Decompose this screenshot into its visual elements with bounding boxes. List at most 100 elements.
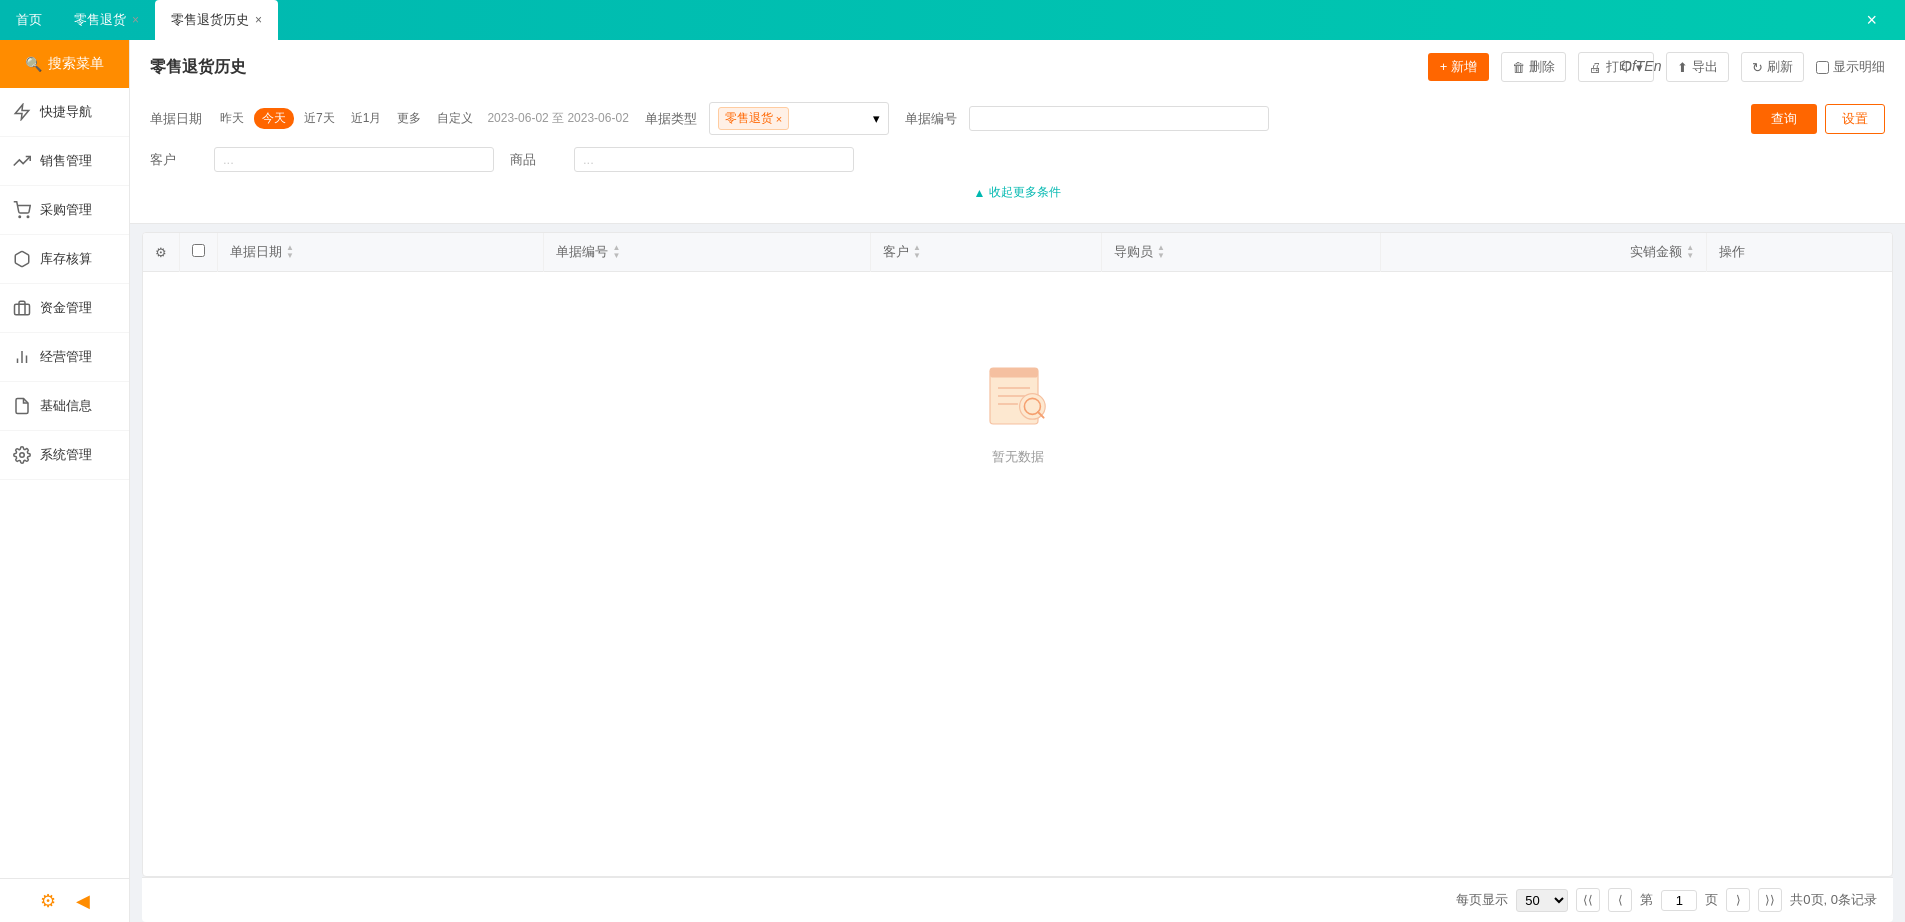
sidebar-item-purchase-mgmt[interactable]: 采购管理 (0, 186, 129, 235)
sidebar-item-system-mgmt-label: 系统管理 (40, 446, 92, 464)
svg-rect-3 (15, 304, 30, 315)
last-page-btn[interactable]: ⟩⟩ (1758, 888, 1782, 912)
date-btn-today[interactable]: 今天 (254, 108, 294, 129)
first-page-btn[interactable]: ⟨⟨ (1576, 888, 1600, 912)
search-menu-label: 搜索菜单 (48, 55, 104, 73)
table-header-row: ⚙ 单据日期 ▲▼ 单据编号 (143, 233, 1892, 272)
table-settings-icon[interactable]: ⚙ (155, 245, 167, 260)
product-select[interactable]: ... (574, 147, 854, 172)
sidebar-item-finance-label: 资金管理 (40, 299, 92, 317)
svg-point-1 (19, 216, 21, 218)
col-guide[interactable]: 导购员 ▲▼ (1101, 233, 1380, 272)
collapse-filter-btn[interactable]: ▲ 收起更多条件 (974, 184, 1062, 201)
sidebar-item-purchase-mgmt-label: 采购管理 (40, 201, 92, 219)
col-customer-label: 客户 (883, 243, 909, 261)
sidebar: 🔍 搜索菜单 快捷导航 销售管理 采购管理 (0, 40, 130, 922)
export-button[interactable]: ⬆ 导出 (1666, 52, 1729, 82)
sidebar-item-quick-nav[interactable]: 快捷导航 (0, 88, 129, 137)
svg-point-7 (20, 453, 25, 458)
select-all-checkbox[interactable] (192, 244, 205, 257)
date-btn-7days[interactable]: 近7天 (298, 108, 341, 129)
show-detail-checkbox[interactable] (1816, 61, 1829, 74)
amount-sort-arrows: ▲▼ (1686, 244, 1694, 260)
empty-state-icon (978, 352, 1058, 432)
date-range-text: 2023-06-02 至 2023-06-02 (487, 110, 628, 127)
voucher-type-label: 单据类型 (645, 110, 701, 128)
voucher-type-tag-close[interactable]: × (776, 113, 782, 125)
sidebar-item-inventory[interactable]: 库存核算 (0, 235, 129, 284)
customer-filter-group: 客户 ... (150, 147, 494, 172)
date-sort-arrows: ▲▼ (286, 244, 294, 260)
search-menu[interactable]: 🔍 搜索菜单 (0, 40, 129, 88)
sidebar-item-finance[interactable]: 资金管理 (0, 284, 129, 333)
voucher-type-select[interactable]: 零售退货 × ▾ (709, 102, 889, 135)
page-label: 第 (1640, 891, 1653, 909)
col-voucher-no[interactable]: 单据编号 ▲▼ (544, 233, 870, 272)
tab-retail-return-history[interactable]: 零售退货历史 × (155, 0, 278, 40)
col-checkbox[interactable] (180, 233, 218, 272)
voucher-no-filter-group: 单据编号 (905, 106, 1269, 131)
customer-label: 客户 (150, 151, 206, 169)
sidebar-settings-icon[interactable]: ⚙ (40, 890, 56, 912)
tab-retail-return-history-close[interactable]: × (255, 13, 262, 27)
setting-button[interactable]: 设置 (1825, 104, 1885, 134)
sidebar-bottom: ⚙ ◀ (0, 878, 129, 922)
sidebar-item-basic-info[interactable]: 基础信息 (0, 382, 129, 431)
new-button[interactable]: + 新增 (1428, 53, 1489, 81)
sidebar-collapse-icon[interactable]: ◀ (76, 890, 90, 912)
page-number-input[interactable] (1661, 890, 1697, 911)
sidebar-item-sales-mgmt-label: 销售管理 (40, 152, 92, 170)
show-detail-text: 显示明细 (1833, 58, 1885, 76)
date-btn-yesterday[interactable]: 昨天 (214, 108, 250, 129)
system-mgmt-icon (12, 445, 32, 465)
table-body: 暂无数据 (143, 272, 1892, 547)
window-close-btn[interactable]: × (1858, 10, 1885, 31)
date-btn-custom[interactable]: 自定义 (431, 108, 479, 129)
data-table: ⚙ 单据日期 ▲▼ 单据编号 (143, 233, 1892, 546)
sidebar-item-system-mgmt[interactable]: 系统管理 (0, 431, 129, 480)
date-btn-more[interactable]: 更多 (391, 108, 427, 129)
setting-button-label: 设置 (1842, 111, 1868, 126)
voucher-type-tag-text: 零售退货 (725, 110, 773, 127)
voucher-type-chevron-down-icon: ▾ (873, 111, 880, 126)
total-records-label: 共0页, 0条记录 (1790, 891, 1877, 909)
basic-info-icon (12, 396, 32, 416)
page-size-select[interactable]: 10 20 50 100 (1516, 889, 1568, 912)
guide-sort-arrows: ▲▼ (1157, 244, 1165, 260)
filter-row-1: 单据日期 昨天 今天 近7天 近1月 更多 自定义 2023-06-02 至 2… (150, 94, 1885, 139)
col-date[interactable]: 单据日期 ▲▼ (218, 233, 544, 272)
sidebar-item-operations[interactable]: 经营管理 (0, 333, 129, 382)
sidebar-item-quick-nav-label: 快捷导航 (40, 103, 92, 121)
tab-retail-return[interactable]: 零售退货 × (58, 0, 155, 40)
finance-icon (12, 298, 32, 318)
tab-retail-return-history-label: 零售退货历史 (171, 11, 249, 29)
voucher-no-input[interactable] (969, 106, 1269, 131)
col-settings[interactable]: ⚙ (143, 233, 180, 272)
empty-state: 暂无数据 (143, 272, 1892, 546)
voucher-no-label: 单据编号 (905, 110, 961, 128)
prev-page-btn[interactable]: ⟨ (1608, 888, 1632, 912)
search-icon: 🔍 (25, 56, 42, 72)
voucher-no-sort-arrows: ▲▼ (612, 244, 620, 260)
sidebar-item-sales-mgmt[interactable]: 销售管理 (0, 137, 129, 186)
show-detail-label[interactable]: 显示明细 (1816, 58, 1885, 76)
next-page-btn[interactable]: ⟩ (1726, 888, 1750, 912)
customer-select[interactable]: ... (214, 147, 494, 172)
filter-area: 单据日期 昨天 今天 近7天 近1月 更多 自定义 2023-06-02 至 2… (150, 94, 1885, 223)
col-operation: 操作 (1707, 233, 1892, 272)
top-bar: 首页 零售退货 × 零售退货历史 × × (0, 0, 1905, 40)
purchase-mgmt-icon (12, 200, 32, 220)
tab-retail-return-close[interactable]: × (132, 13, 139, 27)
query-button[interactable]: 查询 (1751, 104, 1817, 134)
date-btn-1month[interactable]: 近1月 (345, 108, 388, 129)
new-button-label: + 新增 (1440, 58, 1477, 76)
date-filter-options: 昨天 今天 近7天 近1月 更多 自定义 (214, 108, 479, 129)
col-customer[interactable]: 客户 ▲▼ (870, 233, 1101, 272)
col-actual-amount-label: 实销金额 (1630, 243, 1682, 261)
inventory-icon (12, 249, 32, 269)
refresh-button[interactable]: ↻ 刷新 (1741, 52, 1804, 82)
filter-row-2: 客户 ... 商品 ... (150, 139, 1885, 176)
tab-home[interactable]: 首页 (0, 0, 58, 40)
delete-button[interactable]: 🗑 删除 (1501, 52, 1566, 82)
col-actual-amount[interactable]: 实销金额 ▲▼ (1380, 233, 1706, 272)
